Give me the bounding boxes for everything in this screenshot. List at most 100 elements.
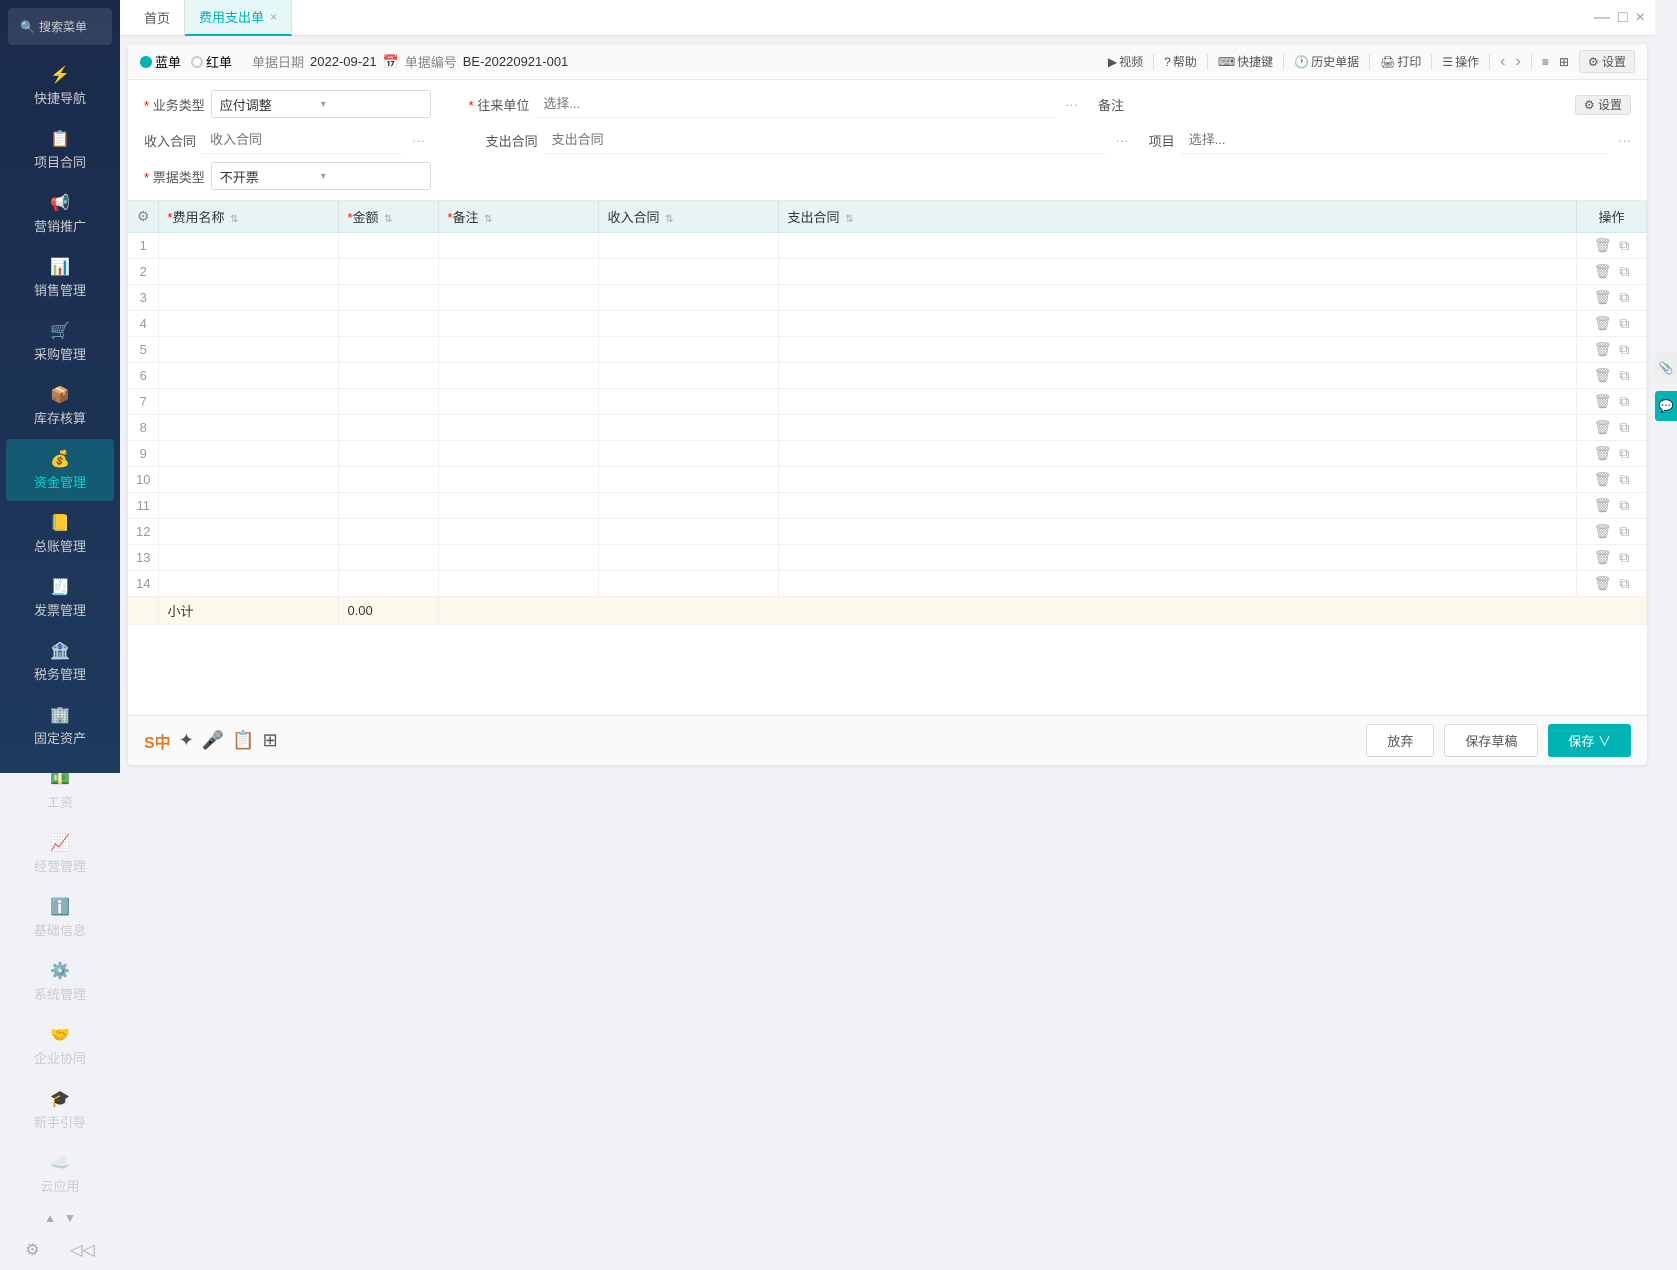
row-expense-contract-13[interactable]: [779, 545, 1577, 571]
row-copy-7[interactable]: ⧉: [1619, 393, 1629, 409]
sidebar-item-cloud-apps[interactable]: ☁️ 云应用: [6, 1143, 114, 1205]
row-note-13[interactable]: [439, 545, 599, 571]
sidebar-item-capital-mgmt[interactable]: 💰 资金管理: [6, 439, 114, 501]
history-btn[interactable]: 🕐 历史单据: [1294, 53, 1359, 70]
row-expense-name-12[interactable]: [159, 519, 339, 545]
row-expense-contract-7[interactable]: [779, 389, 1577, 415]
row-delete-11[interactable]: 🗑: [1594, 497, 1612, 513]
row-note-11[interactable]: [439, 493, 599, 519]
row-copy-12[interactable]: ⧉: [1619, 523, 1629, 539]
row-expense-contract-4[interactable]: [779, 311, 1577, 337]
row-copy-8[interactable]: ⧉: [1619, 419, 1629, 435]
row-delete-10[interactable]: 🗑: [1594, 471, 1612, 487]
row-copy-13[interactable]: ⧉: [1619, 549, 1629, 565]
attachment-panel-tab[interactable]: 📎: [1655, 352, 1677, 383]
business-type-select[interactable]: 应付调整 ▾: [211, 90, 431, 118]
sidebar-item-project-contract[interactable]: 📋 项目合同: [6, 119, 114, 181]
nav-prev-btn[interactable]: ‹: [1500, 53, 1505, 71]
row-amount-1[interactable]: [339, 233, 439, 259]
row-delete-5[interactable]: 🗑: [1594, 341, 1612, 357]
row-delete-2[interactable]: 🗑: [1594, 263, 1612, 279]
footer-icon-1[interactable]: ✦: [179, 730, 194, 751]
row-amount-5[interactable]: [339, 337, 439, 363]
row-expense-contract-5[interactable]: [779, 337, 1577, 363]
window-close[interactable]: ×: [1636, 9, 1645, 27]
footer-icon-grid[interactable]: ⊞: [263, 730, 278, 751]
sidebar-scroll-down[interactable]: ▼: [64, 1211, 76, 1225]
sort-expense-name-icon[interactable]: ⇅: [230, 214, 238, 225]
row-income-contract-4[interactable]: [599, 311, 779, 337]
row-delete-7[interactable]: 🗑: [1594, 393, 1612, 409]
row-expense-name-14[interactable]: [159, 571, 339, 597]
row-income-contract-10[interactable]: [599, 467, 779, 493]
row-income-contract-3[interactable]: [599, 285, 779, 311]
save-button[interactable]: 保存 ∨: [1548, 724, 1631, 757]
window-maximize[interactable]: □: [1618, 9, 1628, 27]
row-expense-name-3[interactable]: [159, 285, 339, 311]
row-copy-3[interactable]: ⧉: [1619, 289, 1629, 305]
help-btn[interactable]: ? 帮助: [1164, 53, 1197, 70]
row-amount-2[interactable]: [339, 259, 439, 285]
row-income-contract-1[interactable]: [599, 233, 779, 259]
expense-contract-input[interactable]: [544, 126, 1106, 154]
row-expense-name-7[interactable]: [159, 389, 339, 415]
sidebar-item-accounting[interactable]: 📒 总账管理: [6, 503, 114, 565]
income-contract-input[interactable]: [202, 126, 402, 154]
shortcut-btn[interactable]: ⌨ 快捷键: [1218, 53, 1273, 70]
settings-icon[interactable]: ⚙: [25, 1240, 39, 1260]
sidebar-item-enterprise[interactable]: 🤝 企业协同: [6, 1015, 114, 1077]
sidebar-item-inventory[interactable]: 📦 库存核算: [6, 375, 114, 437]
row-note-6[interactable]: [439, 363, 599, 389]
save-draft-button[interactable]: 保存草稿: [1444, 724, 1538, 757]
row-expense-name-5[interactable]: [159, 337, 339, 363]
view-icon[interactable]: ≡: [1542, 55, 1549, 69]
row-income-contract-6[interactable]: [599, 363, 779, 389]
sort-income-icon[interactable]: ⇅: [665, 214, 673, 225]
row-delete-9[interactable]: 🗑: [1594, 445, 1612, 461]
volume-icon[interactable]: ◁◁: [70, 1240, 95, 1260]
sidebar-item-salary[interactable]: 💵 工资: [6, 759, 114, 821]
row-expense-name-4[interactable]: [159, 311, 339, 337]
row-copy-1[interactable]: ⧉: [1619, 237, 1629, 253]
row-expense-name-8[interactable]: [159, 415, 339, 441]
row-amount-11[interactable]: [339, 493, 439, 519]
search-menu-button[interactable]: 🔍 搜索菜单: [8, 8, 112, 45]
row-note-7[interactable]: [439, 389, 599, 415]
sidebar-item-ops-mgmt[interactable]: 📈 经营管理: [6, 823, 114, 885]
row-amount-4[interactable]: [339, 311, 439, 337]
row-amount-6[interactable]: [339, 363, 439, 389]
row-income-contract-12[interactable]: [599, 519, 779, 545]
row-expense-contract-9[interactable]: [779, 441, 1577, 467]
row-amount-3[interactable]: [339, 285, 439, 311]
settings-btn[interactable]: ⚙ 设置: [1579, 50, 1635, 73]
sort-expense-icon[interactable]: ⇅: [845, 214, 853, 225]
operation-btn[interactable]: ☰ 操作: [1442, 53, 1479, 70]
project-dots[interactable]: ···: [1618, 133, 1631, 148]
partner-input[interactable]: [535, 90, 1055, 118]
row-expense-name-9[interactable]: [159, 441, 339, 467]
window-minimize[interactable]: —: [1594, 9, 1610, 27]
row-expense-name-11[interactable]: [159, 493, 339, 519]
row-note-14[interactable]: [439, 571, 599, 597]
sidebar-item-fixed-assets[interactable]: 🏢 固定资产: [6, 695, 114, 757]
row-income-contract-11[interactable]: [599, 493, 779, 519]
table-settings-icon[interactable]: ⚙: [137, 208, 150, 224]
row-delete-4[interactable]: 🗑: [1594, 315, 1612, 331]
partner-dots[interactable]: ···: [1065, 97, 1078, 112]
row-expense-contract-8[interactable]: [779, 415, 1577, 441]
row-note-9[interactable]: [439, 441, 599, 467]
tab-expense-close[interactable]: ×: [270, 10, 277, 24]
row-delete-13[interactable]: 🗑: [1594, 549, 1612, 565]
note-input[interactable]: [1130, 90, 1555, 118]
calendar-icon[interactable]: 📅: [383, 54, 399, 70]
row-delete-1[interactable]: 🗑: [1594, 237, 1612, 253]
radio-red[interactable]: 红单: [191, 52, 232, 71]
sidebar-item-sales-mgmt[interactable]: 📊 销售管理: [6, 247, 114, 309]
expense-contract-dots[interactable]: ···: [1116, 133, 1129, 148]
row-expense-name-1[interactable]: [159, 233, 339, 259]
row-expense-contract-11[interactable]: [779, 493, 1577, 519]
row-expense-contract-14[interactable]: [779, 571, 1577, 597]
row-amount-14[interactable]: [339, 571, 439, 597]
row-copy-6[interactable]: ⧉: [1619, 367, 1629, 383]
col-settings[interactable]: ⚙: [128, 201, 159, 233]
